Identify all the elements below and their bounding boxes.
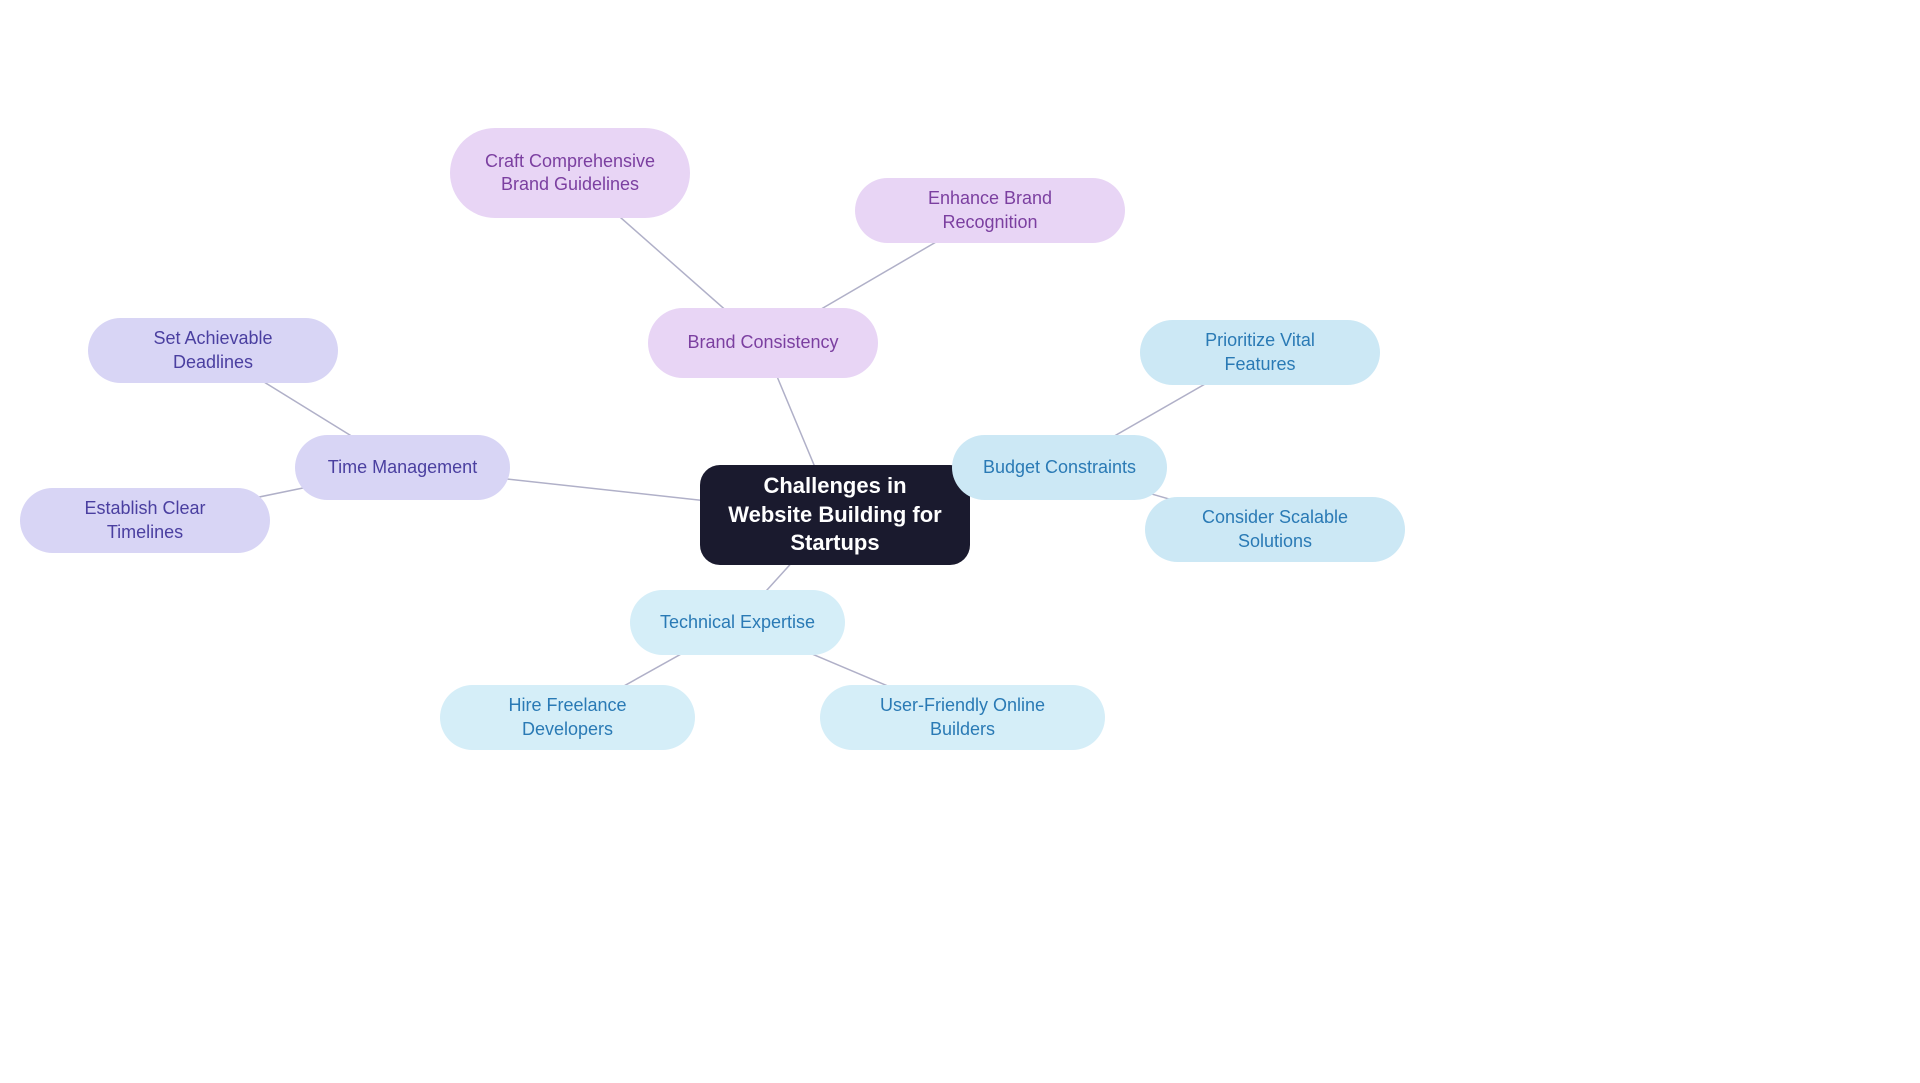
brand-consistency-node: Brand Consistency	[648, 308, 878, 378]
prioritize-features-node: Prioritize Vital Features	[1140, 320, 1380, 385]
online-builders-node: User-Friendly Online Builders	[820, 685, 1105, 750]
hire-freelance-node: Hire Freelance Developers	[440, 685, 695, 750]
budget-constraints-node: Budget Constraints	[952, 435, 1167, 500]
enhance-brand-node: Enhance Brand Recognition	[855, 178, 1125, 243]
craft-brand-node: Craft Comprehensive Brand Guidelines	[450, 128, 690, 218]
technical-expertise-node: Technical Expertise	[630, 590, 845, 655]
set-deadlines-node: Set Achievable Deadlines	[88, 318, 338, 383]
center-node: Challenges in Website Building for Start…	[700, 465, 970, 565]
time-management-node: Time Management	[295, 435, 510, 500]
scalable-solutions-node: Consider Scalable Solutions	[1145, 497, 1405, 562]
establish-timelines-node: Establish Clear Timelines	[20, 488, 270, 553]
